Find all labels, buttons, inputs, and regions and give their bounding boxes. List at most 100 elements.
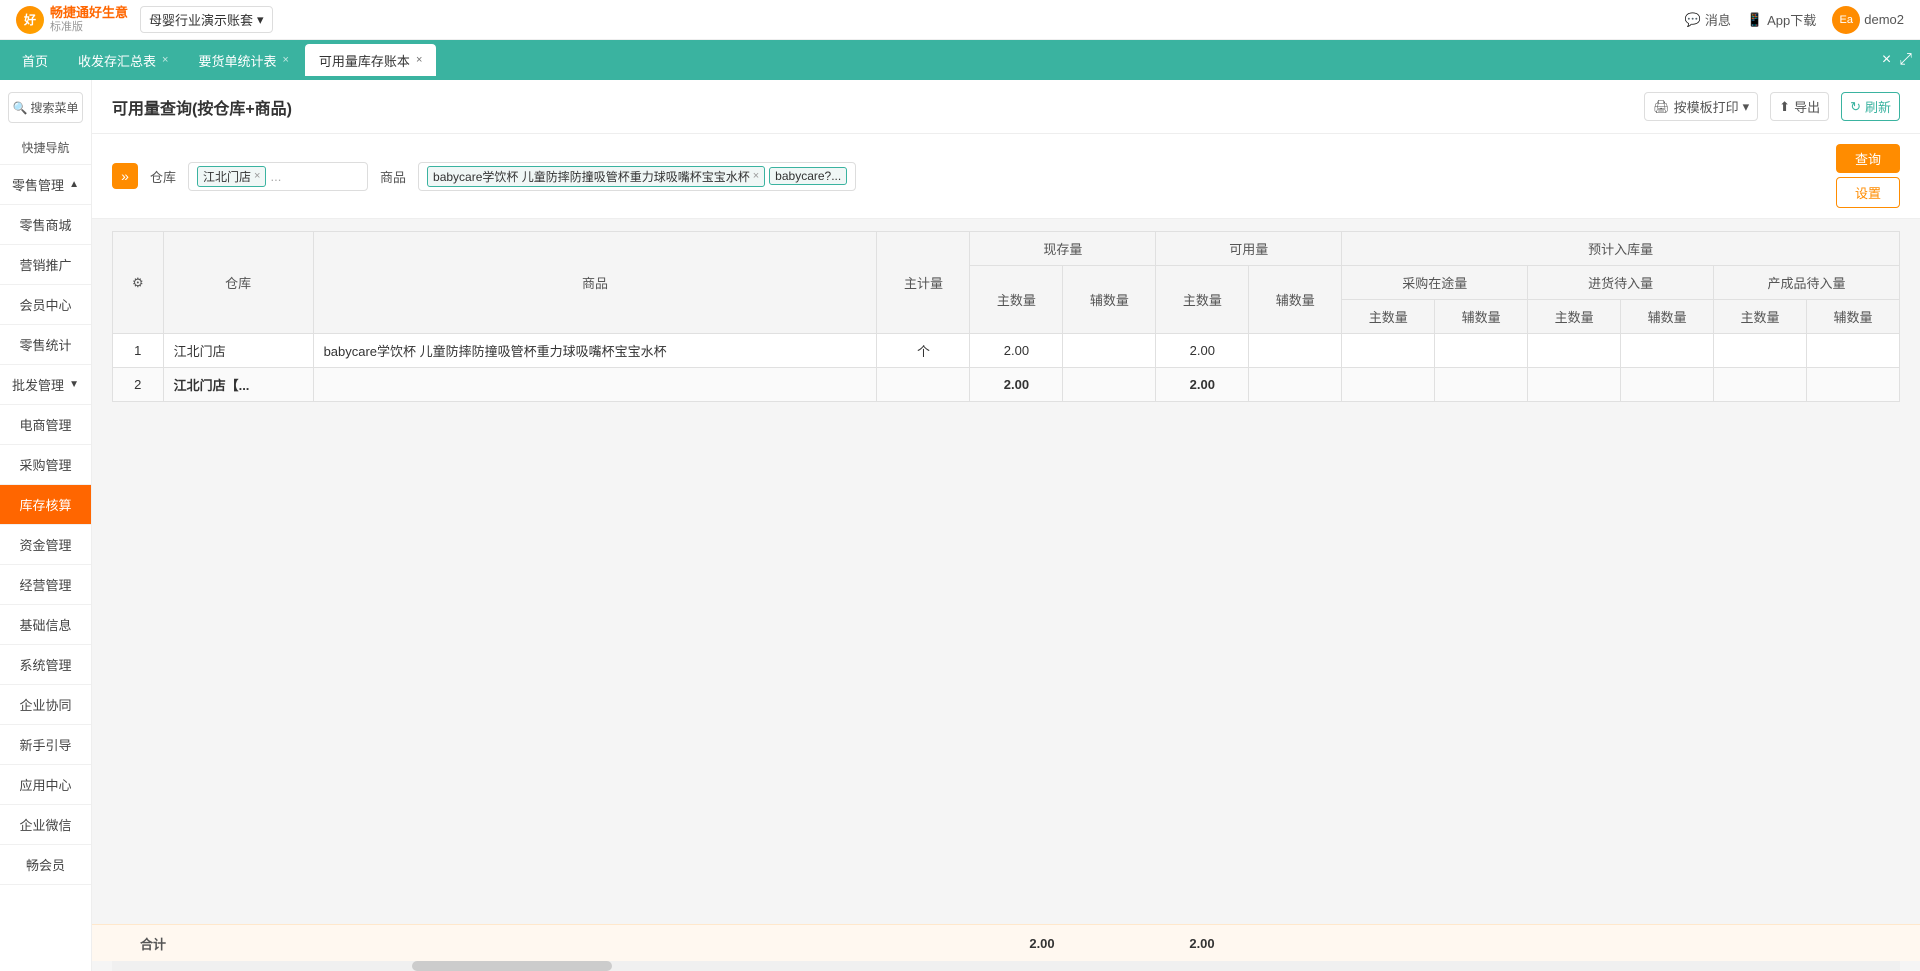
warehouse-tag[interactable]: 江北门店 ×: [197, 166, 266, 187]
page-title: 可用量查询(按仓库+商品): [112, 95, 292, 131]
sidebar-item-retail-mall[interactable]: 零售商城: [0, 205, 91, 245]
th-settings-icon[interactable]: ⚙: [113, 232, 164, 334]
message-btn[interactable]: 💬 消息: [1685, 10, 1731, 29]
bottom-scrollbar[interactable]: [112, 961, 1900, 971]
sidebar-item-vip-member[interactable]: 畅会员: [0, 845, 91, 885]
product-tag-extra[interactable]: babycare?...: [769, 167, 847, 185]
th-planned-inbound: 预计入库量: [1342, 232, 1900, 266]
sidebar-item-wholesale-mgmt-label: 批发管理: [12, 375, 64, 394]
tab-home[interactable]: 首页: [8, 44, 62, 76]
warehouse-filter-input[interactable]: 江北门店 × ...: [188, 162, 368, 191]
refresh-label: 刷新: [1865, 97, 1891, 116]
product-tag-main-value: babycare学饮杯 儿童防摔防撞吸管杯重力球吸嘴杯宝宝水杯: [433, 168, 750, 185]
app-download-btn[interactable]: 📱 App下载: [1747, 10, 1816, 29]
industry-dropdown-icon: ▾: [257, 12, 264, 28]
warehouse-more-btn[interactable]: ...: [270, 169, 281, 184]
tab-receive-summary-close[interactable]: ×: [162, 54, 168, 66]
search-icon: 🔍: [13, 101, 28, 115]
tab-receive-summary[interactable]: 收发存汇总表 ×: [64, 44, 182, 76]
sidebar-section: 零售管理 ▲ 零售商城 营销推广 会员中心 零售统计 批发管理 ▼ 电商管理: [0, 165, 91, 885]
top-bar-left: 好 畅捷通好生意 标准版 母婴行业演示账套 ▾: [16, 5, 273, 34]
print-icon: 🖨: [1653, 99, 1670, 115]
warehouse-tag-value: 江北门店: [203, 168, 251, 185]
sidebar-item-operations-label: 经营管理: [19, 575, 71, 594]
sidebar-item-purchase-mgmt-label: 采购管理: [19, 455, 71, 474]
row2-inbound-main: [1528, 368, 1621, 402]
table-wrap: ⚙ 仓库 商品 主计量 现存量 可用量 预计入库量 主数量 辅数量 主数量 辅数…: [92, 219, 1920, 924]
wholesale-mgmt-arrow-icon: ▼: [69, 379, 79, 390]
setting-btn[interactable]: 设置: [1836, 177, 1900, 208]
user-avatar-btn[interactable]: Ea demo2: [1832, 6, 1904, 34]
sidebar-item-retail-stats[interactable]: 零售统计: [0, 325, 91, 365]
filter-toggle-btn[interactable]: »: [112, 163, 138, 189]
sidebar-item-new-guide[interactable]: 新手引导: [0, 725, 91, 765]
tab-available-ledger-label: 可用量库存账本: [319, 51, 410, 70]
app-download-label: App下载: [1767, 10, 1816, 29]
product-tag-main[interactable]: babycare学饮杯 儿童防摔防撞吸管杯重力球吸嘴杯宝宝水杯 ×: [427, 166, 765, 187]
print-dropdown-icon: ▾: [1743, 99, 1750, 115]
row1-inbound-aux: [1621, 334, 1714, 368]
th-product: 商品: [313, 232, 877, 334]
tab-home-label: 首页: [22, 51, 48, 70]
sidebar-item-marketing[interactable]: 营销推广: [0, 245, 91, 285]
refresh-icon: ↻: [1850, 99, 1861, 115]
sidebar-item-finance-label: 资金管理: [19, 535, 71, 554]
bottom-total-bar: 合计 2.00 2.00: [92, 924, 1920, 961]
row1-available-aux-qty: [1249, 334, 1342, 368]
th-purchase-in-transit: 采购在途量: [1342, 266, 1528, 300]
table-row: 2 江北门店【... 2.00 2.00: [113, 368, 1900, 402]
user-name: demo2: [1864, 12, 1904, 27]
sidebar-item-sys-mgmt[interactable]: 系统管理: [0, 645, 91, 685]
row2-no: 2: [113, 368, 164, 402]
row2-purchase-aux: [1435, 368, 1528, 402]
expand-btn[interactable]: ⤢: [1899, 51, 1912, 69]
tab-order-stats-close[interactable]: ×: [282, 54, 288, 66]
th-current-stock: 现存量: [970, 232, 1156, 266]
product-tag-extra-value: babycare?...: [775, 169, 841, 183]
sidebar-item-wholesale-mgmt[interactable]: 批发管理 ▼: [0, 365, 91, 405]
product-tag-main-remove[interactable]: ×: [753, 170, 759, 182]
query-btn[interactable]: 查询: [1836, 144, 1900, 173]
row1-product: babycare学饮杯 儿童防摔防撞吸管杯重力球吸嘴杯宝宝水杯: [313, 334, 877, 368]
logo-icon: 好: [16, 6, 44, 34]
warehouse-tag-remove[interactable]: ×: [254, 170, 260, 182]
th-warehouse: 仓库: [163, 232, 313, 334]
sidebar-item-operations[interactable]: 经营管理: [0, 565, 91, 605]
tab-available-ledger-close[interactable]: ×: [416, 54, 422, 66]
sidebar-item-enterprise-wechat[interactable]: 企业微信: [0, 805, 91, 845]
main-layout: 🔍 搜索菜单 快捷导航 零售管理 ▲ 零售商城 营销推广 会员中心 零售统计: [0, 80, 1920, 971]
sidebar-item-finance[interactable]: 资金管理: [0, 525, 91, 565]
sidebar-item-basic-info[interactable]: 基础信息: [0, 605, 91, 645]
nav-tab-actions: × ⤢: [1882, 51, 1912, 69]
content-area: 可用量查询(按仓库+商品) 🖨 按模板打印 ▾ ⬆ 导出 ↻ 刷新: [92, 80, 1920, 971]
row1-purchase-main: [1342, 334, 1435, 368]
export-btn[interactable]: ⬆ 导出: [1770, 92, 1829, 121]
sidebar-item-enterprise-collab[interactable]: 企业协同: [0, 685, 91, 725]
row2-production-aux: [1807, 368, 1900, 402]
avatar-initials: Ea: [1840, 14, 1853, 26]
sidebar-item-ecommerce[interactable]: 电商管理: [0, 405, 91, 445]
sidebar-quick-nav[interactable]: 快捷导航: [0, 131, 91, 165]
th-available-aux-qty: 辅数量: [1249, 266, 1342, 334]
sidebar-item-purchase-mgmt[interactable]: 采购管理: [0, 445, 91, 485]
row1-purchase-aux: [1435, 334, 1528, 368]
sidebar-item-inventory[interactable]: 库存核算: [0, 485, 91, 525]
tab-order-stats[interactable]: 要货单统计表 ×: [184, 44, 302, 76]
sidebar-search-btn[interactable]: 🔍 搜索菜单: [8, 92, 83, 123]
refresh-btn[interactable]: ↻ 刷新: [1841, 92, 1900, 121]
sidebar-item-app-center[interactable]: 应用中心: [0, 765, 91, 805]
tab-order-stats-label: 要货单统计表: [198, 51, 276, 70]
sidebar-item-retail-mgmt[interactable]: 零售管理 ▲: [0, 165, 91, 205]
close-all-tabs-btn[interactable]: ×: [1882, 51, 1891, 69]
export-icon: ⬆: [1779, 99, 1790, 115]
message-label: 消息: [1705, 10, 1731, 29]
sidebar-item-member-center[interactable]: 会员中心: [0, 285, 91, 325]
print-template-btn[interactable]: 🖨 按模板打印 ▾: [1644, 92, 1758, 121]
row1-production-main: [1714, 334, 1807, 368]
tab-available-ledger[interactable]: 可用量库存账本 ×: [305, 44, 436, 76]
warehouse-filter-label: 仓库: [150, 167, 176, 186]
industry-selector[interactable]: 母婴行业演示账套 ▾: [140, 6, 273, 33]
product-filter-input[interactable]: babycare学饮杯 儿童防摔防撞吸管杯重力球吸嘴杯宝宝水杯 × babyca…: [418, 162, 856, 191]
retail-mgmt-arrow-icon: ▲: [69, 179, 79, 190]
total-current-main-qty: 2.00: [1002, 936, 1082, 951]
